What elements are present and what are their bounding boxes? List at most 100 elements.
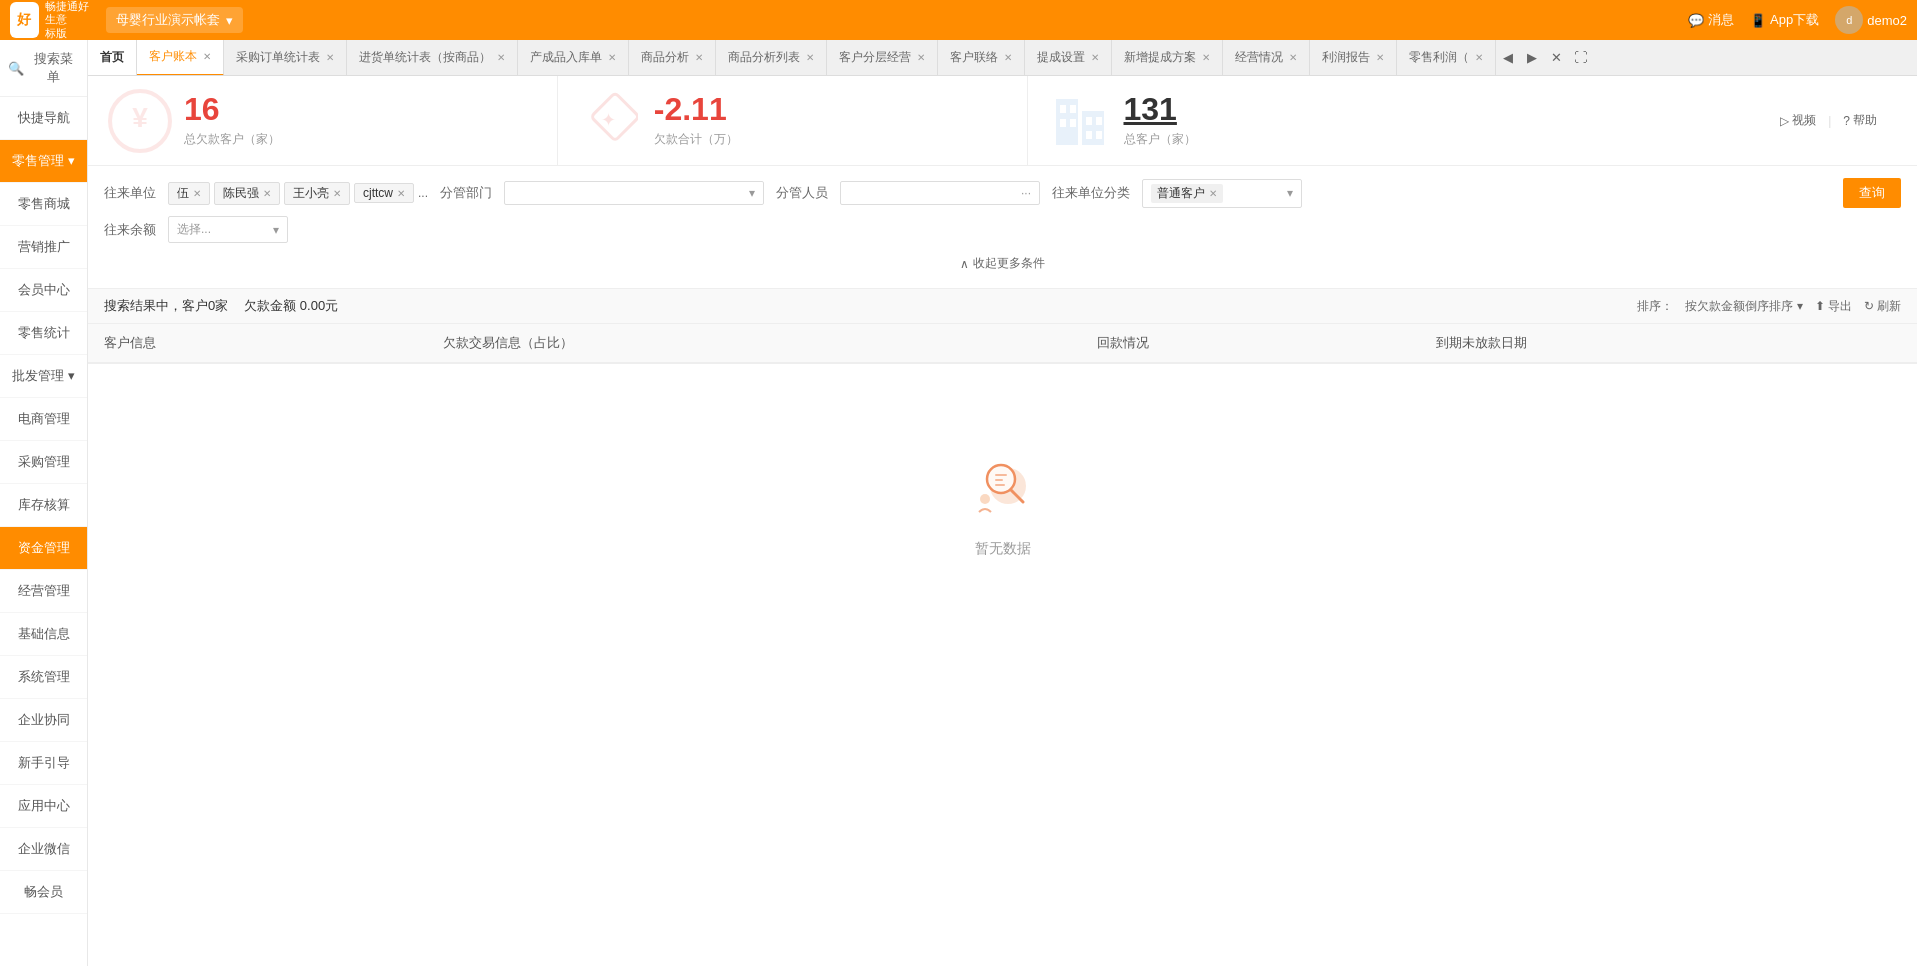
tab-customer-tier[interactable]: 客户分层经营 ✕ — [827, 40, 938, 76]
tab-new-promotion-plan[interactable]: 新增提成方案 ✕ — [1112, 40, 1223, 76]
video-btn[interactable]: ▷ 视频 — [1780, 112, 1816, 129]
sidebar-item-enterprise-wechat[interactable]: 企业微信 — [0, 828, 87, 871]
tab-close-product-list[interactable]: ✕ — [806, 52, 814, 63]
sidebar-item-newbie-guide[interactable]: 新手引导 — [0, 742, 87, 785]
tab-customer-account[interactable]: 客户账本 ✕ — [137, 40, 224, 76]
sidebar-item-purchase-mgmt[interactable]: 采购管理 — [0, 441, 87, 484]
search-menu-btn[interactable]: 🔍 搜索菜单 — [8, 50, 79, 86]
refresh-btn[interactable]: ↻ 刷新 — [1864, 298, 1901, 315]
filter-collapse-btn[interactable]: ∧ 收起更多条件 — [104, 251, 1901, 276]
col-debt-info: 欠款交易信息（占比） — [427, 324, 1081, 363]
sidebar-item-quick-nav[interactable]: 快捷导航 — [0, 97, 87, 140]
unit-tag-wang-close[interactable]: ✕ — [333, 188, 341, 199]
app-download-btn[interactable]: 📱 App下载 — [1750, 11, 1819, 29]
stat-values-debt: -2.11 欠款合计（万） — [654, 93, 738, 148]
stat-values-customers: 16 总欠款客户（家） — [184, 93, 280, 148]
sidebar-item-ops-mgmt[interactable]: 经营管理 — [0, 570, 87, 613]
category-select[interactable]: 普通客户 ✕ ▾ — [1142, 179, 1302, 208]
svg-rect-19 — [995, 484, 1005, 486]
tab-prev-btn[interactable]: ◀ — [1496, 40, 1520, 76]
category-tag: 普通客户 ✕ — [1151, 184, 1223, 203]
tab-close-customer-tier[interactable]: ✕ — [917, 52, 925, 63]
tab-close-purchase-order[interactable]: ✕ — [326, 52, 334, 63]
sidebar-item-finance-mgmt[interactable]: 资金管理 — [0, 527, 87, 570]
tab-close-promotion-settings[interactable]: ✕ — [1091, 52, 1099, 63]
tab-customer-contact[interactable]: 客户联络 ✕ — [938, 40, 1025, 76]
sidebar-item-inventory-check[interactable]: 库存核算 — [0, 484, 87, 527]
tab-purchase-stats-by-product[interactable]: 进货单统计表（按商品） ✕ — [347, 40, 518, 76]
tab-product-analysis[interactable]: 商品分析 ✕ — [629, 40, 716, 76]
svg-rect-13 — [1096, 131, 1102, 139]
workspace-selector[interactable]: 母婴行业演示帐套 ▾ — [106, 7, 243, 33]
person-select[interactable]: ··· — [840, 181, 1040, 205]
workspace-arrow-icon: ▾ — [226, 13, 233, 28]
tab-close-profit-report[interactable]: ✕ — [1376, 52, 1384, 63]
tab-close-operations[interactable]: ✕ — [1289, 52, 1297, 63]
unit-tag-wu-close[interactable]: ✕ — [193, 188, 201, 199]
col-repayment: 回款情况 — [1081, 324, 1420, 363]
tab-promotion-settings[interactable]: 提成设置 ✕ — [1025, 40, 1112, 76]
unit-tags-more[interactable]: ... — [418, 186, 428, 200]
help-btn[interactable]: ? 帮助 — [1843, 112, 1877, 129]
tab-product-analysis-list[interactable]: 商品分析列表 ✕ — [716, 40, 827, 76]
stat-number-total[interactable]: 131 — [1124, 93, 1196, 125]
tab-close-all-btn[interactable]: ✕ — [1544, 40, 1568, 76]
export-btn[interactable]: ⬆ 导出 — [1815, 298, 1852, 315]
user-menu[interactable]: d demo2 — [1835, 6, 1907, 34]
sidebar-item-wholesale-mgmt[interactable]: 批发管理 ▾ — [0, 355, 87, 398]
col-overdue-date: 到期未放款日期 — [1420, 324, 1917, 363]
stat-values-total: 131 总客户（家） — [1124, 93, 1196, 148]
tab-fullscreen-btn[interactable]: ⛶ — [1568, 40, 1592, 76]
results-info: 搜索结果中，客户0家 欠款金额 0.00元 — [104, 297, 338, 315]
results-actions: 排序： 按欠款金额倒序排序 ▾ ⬆ 导出 ↻ 刷新 — [1637, 298, 1901, 315]
unit-tag-cjttcw-close[interactable]: ✕ — [397, 188, 405, 199]
tab-close-customer-account[interactable]: ✕ — [203, 51, 211, 62]
sidebar-search-area: 🔍 搜索菜单 — [0, 40, 87, 97]
svg-text:✦: ✦ — [600, 109, 615, 129]
unit-tag-chen-close[interactable]: ✕ — [263, 188, 271, 199]
category-tag-close[interactable]: ✕ — [1209, 188, 1217, 199]
category-arrow-icon: ▾ — [1287, 186, 1293, 200]
tab-purchase-order-stats[interactable]: 采购订单统计表 ✕ — [224, 40, 347, 76]
tab-home[interactable]: 首页 — [88, 40, 137, 76]
tab-close-purchase-stats[interactable]: ✕ — [497, 52, 505, 63]
tab-profit-report[interactable]: 利润报告 ✕ — [1310, 40, 1397, 76]
empty-state: 暂无数据 — [88, 364, 1917, 638]
tab-product-stock-in[interactable]: 产成品入库单 ✕ — [518, 40, 629, 76]
refresh-icon: ↻ — [1864, 299, 1874, 313]
dept-select[interactable]: ▾ — [504, 181, 764, 205]
sidebar-item-sys-mgmt[interactable]: 系统管理 — [0, 656, 87, 699]
balance-input[interactable]: 选择... ▾ — [168, 216, 288, 243]
unit-tag-wu: 伍 ✕ — [168, 182, 210, 205]
sidebar-item-marketing[interactable]: 营销推广 — [0, 226, 87, 269]
top-bar: 好 畅捷通好生意 标版 母婴行业演示帐套 ▾ 💬 消息 📱 App下载 d de… — [0, 0, 1917, 40]
sidebar-item-basic-info[interactable]: 基础信息 — [0, 613, 87, 656]
tab-close-promotion-plan[interactable]: ✕ — [1202, 52, 1210, 63]
message-btn[interactable]: 💬 消息 — [1688, 11, 1734, 29]
tab-retail-profit[interactable]: 零售利润（ ✕ — [1397, 40, 1496, 76]
sidebar-item-retail-mall[interactable]: 零售商城 — [0, 183, 87, 226]
sidebar-item-enterprise-collab[interactable]: 企业协同 — [0, 699, 87, 742]
chevron-up-icon: ∧ — [960, 257, 969, 271]
sidebar-item-vip-member[interactable]: 畅会员 — [0, 871, 87, 914]
svg-rect-12 — [1086, 131, 1092, 139]
page-content: ¥ 16 总欠款客户（家） ✦ — [88, 76, 1917, 966]
tab-next-btn[interactable]: ▶ — [1520, 40, 1544, 76]
sidebar-item-app-center[interactable]: 应用中心 — [0, 785, 87, 828]
empty-search-icon — [963, 444, 1043, 524]
logo-area: 好 畅捷通好生意 标版 — [10, 0, 98, 40]
sidebar-item-retail-mgmt[interactable]: 零售管理 ▾ — [0, 140, 87, 183]
tab-operations[interactable]: 经营情况 ✕ — [1223, 40, 1310, 76]
sidebar-item-member-center[interactable]: 会员中心 — [0, 269, 87, 312]
tab-close-stock-in[interactable]: ✕ — [608, 52, 616, 63]
svg-rect-10 — [1086, 117, 1092, 125]
search-btn[interactable]: 查询 — [1843, 178, 1901, 208]
top-bar-right: 💬 消息 📱 App下载 d demo2 — [1688, 6, 1907, 34]
tab-close-product-analysis[interactable]: ✕ — [695, 52, 703, 63]
sort-select[interactable]: 按欠款金额倒序排序 ▾ — [1685, 298, 1803, 315]
sidebar-item-ecommerce-mgmt[interactable]: 电商管理 — [0, 398, 87, 441]
tab-close-retail-profit[interactable]: ✕ — [1475, 52, 1483, 63]
sidebar-item-retail-stats[interactable]: 零售统计 — [0, 312, 87, 355]
stat-bg-building-icon — [1048, 89, 1112, 153]
tab-close-customer-contact[interactable]: ✕ — [1004, 52, 1012, 63]
